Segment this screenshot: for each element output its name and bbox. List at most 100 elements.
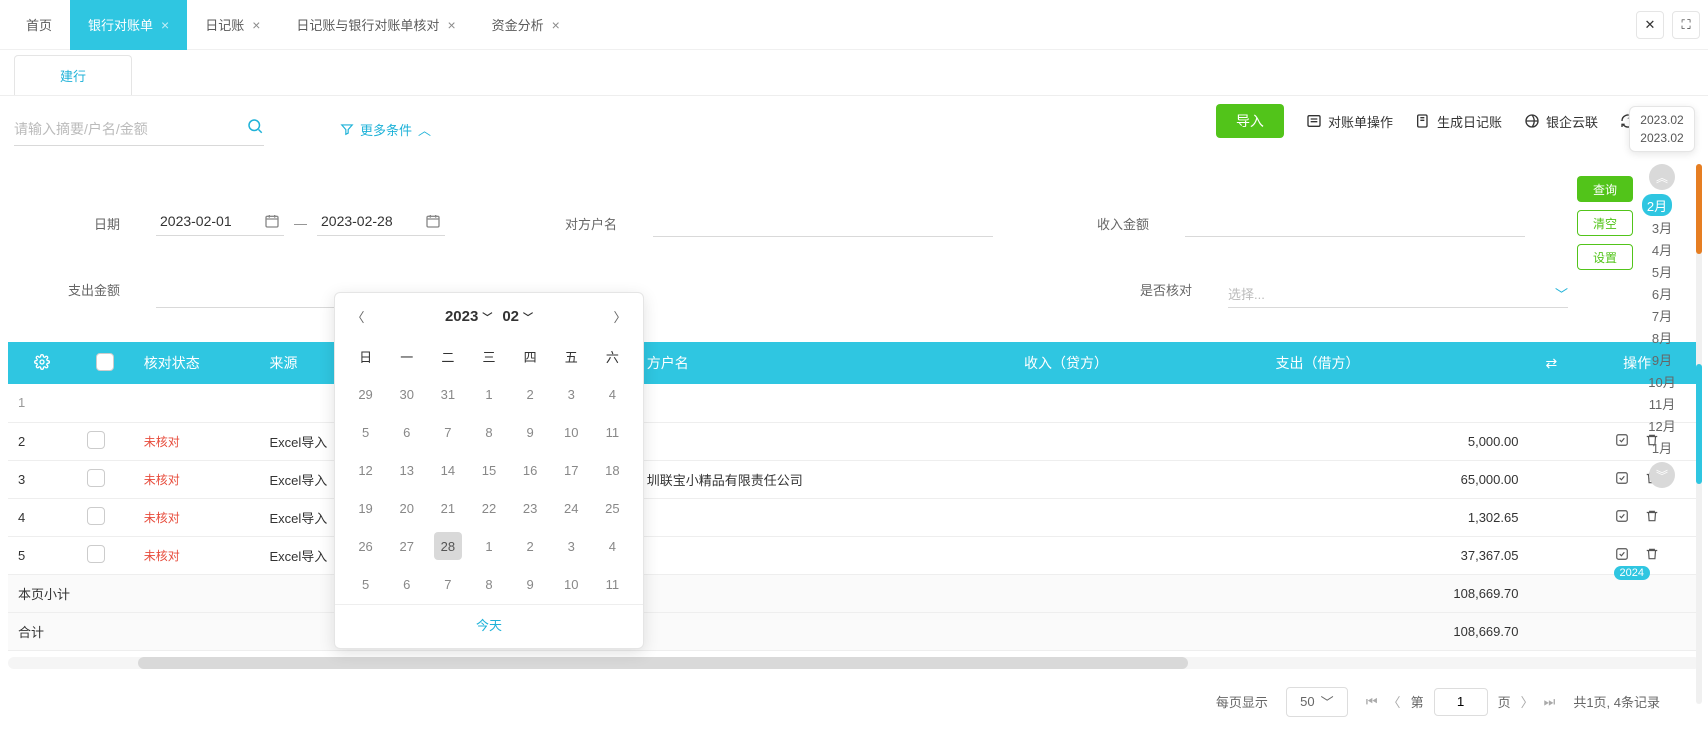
query-button[interactable]: 查询 — [1577, 176, 1633, 202]
calendar-day[interactable]: 27 — [393, 532, 421, 560]
tab-fund-analysis[interactable]: 资金分析× — [474, 0, 578, 50]
row-checkbox[interactable] — [87, 507, 105, 525]
timeline-month[interactable]: 4月 — [1642, 238, 1682, 260]
calendar-day[interactable]: 26 — [352, 532, 380, 560]
first-page-button[interactable]: ⏮ — [1366, 694, 1378, 710]
calendar-day[interactable]: 14 — [434, 456, 462, 484]
tab-home[interactable]: 首页 — [8, 0, 70, 50]
calendar-day[interactable]: 11 — [598, 418, 626, 446]
calendar-day[interactable]: 12 — [352, 456, 380, 484]
calendar-day[interactable]: 31 — [434, 380, 462, 408]
calendar-day[interactable]: 28 — [434, 532, 462, 560]
row-checkbox[interactable] — [87, 469, 105, 487]
statement-actions-menu[interactable]: 对账单操作 — [1306, 112, 1393, 131]
calendar-day[interactable]: 1 — [475, 380, 503, 408]
calendar-day[interactable]: 15 — [475, 456, 503, 484]
calendar-today-button[interactable]: 今天 — [335, 604, 643, 648]
party-name-input[interactable] — [653, 209, 993, 237]
calendar-day[interactable]: 7 — [434, 418, 462, 446]
timeline-month[interactable]: 8月 — [1642, 326, 1682, 348]
settings-button[interactable]: 设置 — [1577, 244, 1633, 270]
timeline-month[interactable]: 2月 — [1642, 194, 1672, 216]
calendar-day[interactable]: 4 — [598, 532, 626, 560]
calendar-day[interactable]: 9 — [516, 570, 544, 598]
last-page-button[interactable]: ⏭ — [1544, 694, 1556, 710]
close-icon[interactable]: × — [447, 17, 455, 33]
timeline-pill-from[interactable]: 2023.02 — [1638, 113, 1686, 127]
delete-icon[interactable] — [1645, 509, 1659, 526]
calendar-day[interactable]: 5 — [352, 418, 380, 446]
calendar-day[interactable]: 18 — [598, 456, 626, 484]
prev-page-button[interactable]: 〈 — [1388, 692, 1401, 711]
calendar-day[interactable]: 20 — [393, 494, 421, 522]
calendar-day[interactable]: 30 — [393, 380, 421, 408]
timeline-month[interactable]: 3月 — [1642, 216, 1682, 238]
col-narrow[interactable]: ⇄ — [1528, 342, 1574, 384]
close-panel-button[interactable]: ✕ — [1636, 11, 1664, 39]
matched-select[interactable]: 选择... ﹀ — [1228, 280, 1568, 308]
calendar-day[interactable]: 24 — [557, 494, 585, 522]
sub-tab-bank[interactable]: 建行 — [14, 55, 132, 95]
timeline-month[interactable]: 9月 — [1642, 348, 1682, 370]
calendar-day[interactable]: 10 — [557, 570, 585, 598]
timeline-month[interactable]: 7月 — [1642, 304, 1682, 326]
timeline-month[interactable]: 1月 — [1642, 436, 1682, 458]
income-amount-input[interactable] — [1185, 209, 1525, 237]
fullscreen-button[interactable]: ⛶ — [1672, 11, 1700, 39]
horizontal-scrollbar[interactable] — [8, 657, 1700, 669]
calendar-day[interactable]: 25 — [598, 494, 626, 522]
calendar-day[interactable]: 13 — [393, 456, 421, 484]
timeline-month[interactable]: 12月 — [1642, 414, 1682, 436]
calendar-day[interactable]: 10 — [557, 418, 585, 446]
calendar-day[interactable]: 23 — [516, 494, 544, 522]
calendar-day[interactable]: 1 — [475, 532, 503, 560]
generate-journal-button[interactable]: 生成日记账 — [1415, 112, 1502, 131]
calendar-month-select[interactable]: 02﹀ — [502, 308, 533, 325]
col-select-all[interactable] — [77, 342, 134, 384]
calendar-day[interactable]: 3 — [557, 532, 585, 560]
close-icon[interactable]: × — [552, 17, 560, 33]
close-icon[interactable]: × — [161, 17, 169, 33]
row-checkbox[interactable] — [87, 431, 105, 449]
check-icon[interactable] — [1615, 509, 1629, 526]
calendar-day[interactable]: 22 — [475, 494, 503, 522]
next-page-button[interactable]: 〉 — [1521, 692, 1534, 711]
calendar-day[interactable]: 6 — [393, 570, 421, 598]
calendar-day[interactable]: 3 — [557, 380, 585, 408]
check-icon[interactable] — [1615, 471, 1629, 488]
date-to-picker[interactable]: 2023-02-28 — [317, 211, 445, 236]
timeline-scrollbar[interactable] — [1696, 164, 1702, 704]
calendar-day[interactable]: 29 — [352, 380, 380, 408]
page-input[interactable] — [1434, 688, 1488, 716]
calendar-day[interactable]: 11 — [598, 570, 626, 598]
calendar-day[interactable]: 17 — [557, 456, 585, 484]
tab-bank-statement[interactable]: 银行对账单× — [70, 0, 187, 50]
tab-journal[interactable]: 日记账× — [187, 0, 278, 50]
search-icon[interactable] — [246, 117, 264, 140]
calendar-day[interactable]: 21 — [434, 494, 462, 522]
tab-reconcile[interactable]: 日记账与银行对账单核对× — [278, 0, 473, 50]
calendar-day[interactable]: 8 — [475, 570, 503, 598]
row-checkbox[interactable] — [87, 545, 105, 563]
calendar-day[interactable]: 19 — [352, 494, 380, 522]
date-from-picker[interactable]: 2023-02-01 — [156, 211, 284, 236]
select-all-checkbox[interactable] — [96, 353, 114, 371]
per-page-select[interactable]: 50﹀ — [1286, 687, 1348, 717]
calendar-day[interactable]: 6 — [393, 418, 421, 446]
timeline-month[interactable]: 10月 — [1642, 370, 1682, 392]
check-icon[interactable] — [1615, 433, 1629, 450]
calendar-day[interactable]: 8 — [475, 418, 503, 446]
timeline-month[interactable]: 11月 — [1642, 392, 1682, 414]
search-input[interactable] — [14, 121, 246, 137]
delete-icon[interactable] — [1645, 547, 1659, 564]
calendar-day[interactable]: 2 — [516, 380, 544, 408]
calendar-prev-button[interactable]: 〈 — [343, 307, 373, 326]
timeline-pill-to[interactable]: 2023.02 — [1638, 131, 1686, 145]
timeline-month[interactable]: 5月 — [1642, 260, 1682, 282]
check-icon[interactable] — [1615, 547, 1629, 564]
bank-cloud-link-button[interactable]: 银企云联 — [1524, 112, 1598, 131]
calendar-day[interactable]: 9 — [516, 418, 544, 446]
col-gear[interactable] — [8, 342, 77, 384]
more-filters-toggle[interactable]: 更多条件 ︿ — [340, 120, 431, 139]
calendar-day[interactable]: 5 — [352, 570, 380, 598]
